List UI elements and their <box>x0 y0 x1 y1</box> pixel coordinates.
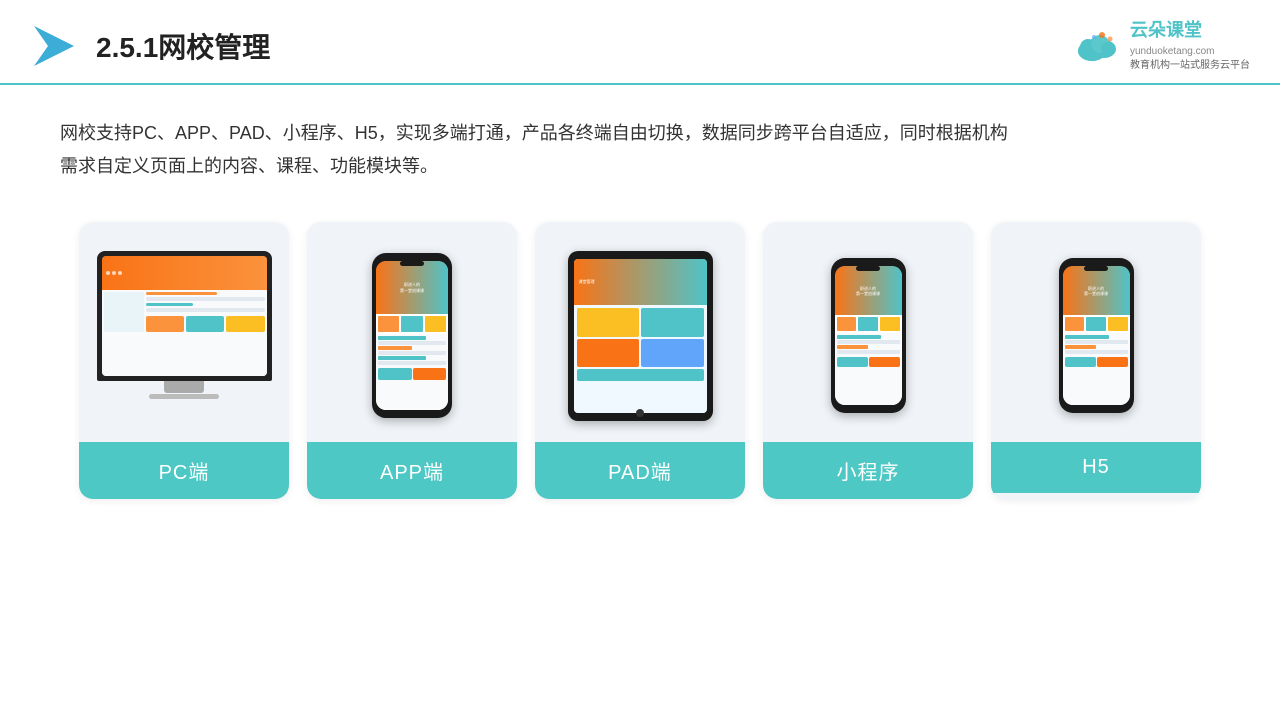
description-line2: 需求自定义页面上的内容、课程、功能模块等。 <box>60 156 438 176</box>
card-pc-image <box>79 222 289 442</box>
logo-arrow-icon <box>30 22 78 70</box>
card-pc-label: PC端 <box>79 442 289 499</box>
card-pad-image: 课堂管理 <box>535 222 745 442</box>
app-phone-mockup: 职进人的第一堂创课课 <box>372 253 452 418</box>
tablet-mockup: 课堂管理 <box>568 251 713 421</box>
card-h5-image: 职进人的第一堂创课课 <box>991 222 1201 442</box>
cards-container: PC端 职进人的第一堂创课课 <box>0 192 1280 529</box>
card-app: 职进人的第一堂创课课 <box>307 222 517 499</box>
card-h5: 职进人的第一堂创课课 <box>991 222 1201 499</box>
card-app-label: APP端 <box>307 442 517 499</box>
card-pad: 课堂管理 PAD端 <box>535 222 745 499</box>
card-pad-label: PAD端 <box>535 442 745 499</box>
header-left: 2.5.1网校管理 <box>30 22 270 70</box>
brand-logo-area: 云朵课堂 yunduoketang.com 教育机构一站式服务云平台 <box>1072 18 1250 73</box>
card-pc: PC端 <box>79 222 289 499</box>
card-h5-label: H5 <box>991 442 1201 493</box>
miniprogram-phone-mockup: 职进人的第一堂创课课 <box>831 258 906 413</box>
cloud-icon <box>1072 27 1124 65</box>
brand-text: 云朵课堂 yunduoketang.com 教育机构一站式服务云平台 <box>1130 18 1250 73</box>
description-line1: 网校支持PC、APP、PAD、小程序、H5，实现多端打通，产品各终端自由切换，数… <box>60 123 1008 143</box>
h5-phone-mockup: 职进人的第一堂创课课 <box>1059 258 1134 413</box>
brand-tagline: 教育机构一站式服务云平台 <box>1130 59 1250 73</box>
card-miniprogram: 职进人的第一堂创课课 <box>763 222 973 499</box>
brand-logo: 云朵课堂 yunduoketang.com 教育机构一站式服务云平台 <box>1072 18 1250 73</box>
pc-mockup <box>94 251 274 421</box>
card-miniprogram-label: 小程序 <box>763 442 973 499</box>
card-app-image: 职进人的第一堂创课课 <box>307 222 517 442</box>
page-title: 2.5.1网校管理 <box>96 26 270 66</box>
header: 2.5.1网校管理 云朵课堂 yunduoketang.com 教育机构一站 <box>0 0 1280 85</box>
description-text: 网校支持PC、APP、PAD、小程序、H5，实现多端打通，产品各终端自由切换，数… <box>0 85 1280 192</box>
card-miniprogram-image: 职进人的第一堂创课课 <box>763 222 973 442</box>
brand-url: yunduoketang.com <box>1130 45 1250 59</box>
brand-name: 云朵课堂 <box>1130 18 1250 43</box>
